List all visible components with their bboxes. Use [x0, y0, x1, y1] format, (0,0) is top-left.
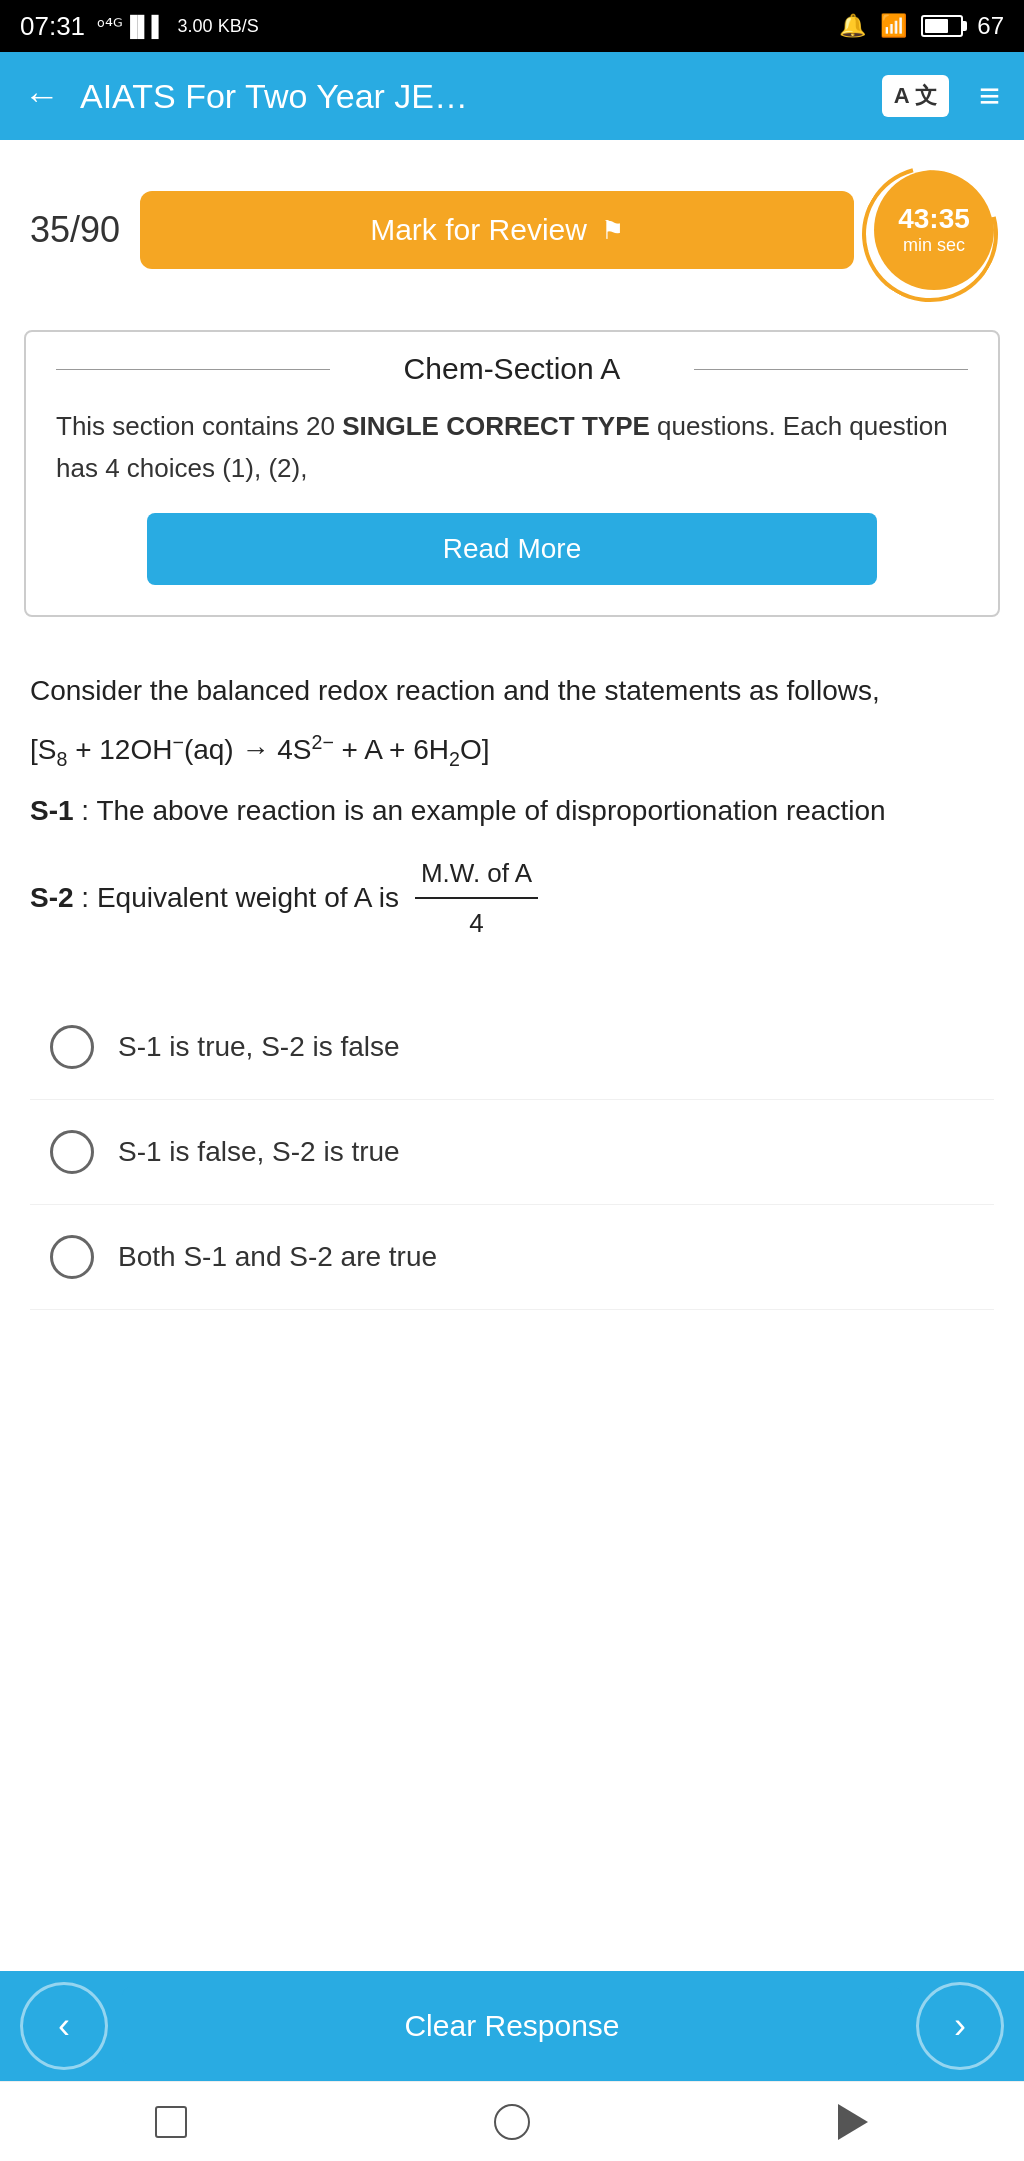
triangle-icon: [838, 2104, 868, 2140]
timer-seconds: 35: [939, 203, 970, 234]
timer-label: min sec: [903, 235, 965, 256]
square-icon: [155, 2106, 187, 2138]
clear-response-button[interactable]: Clear Response: [122, 1987, 902, 2065]
header-title: AIATS For Two Year JE…: [80, 77, 862, 116]
speed-display: 3.00 KB/S: [178, 16, 259, 37]
flag-icon: ⚑: [601, 215, 624, 246]
chemical-equation: [S8 + 12OH−(aq) → 4S2− + A + 6H2O]: [30, 725, 994, 777]
section-description: This section contains 20 SINGLE CORRECT …: [56, 406, 968, 489]
fraction-display: M.W. of A 4: [415, 851, 538, 945]
option-2-text: S-1 is false, S-2 is true: [118, 1131, 400, 1173]
sec-label: sec: [937, 235, 965, 255]
app-header: ← AIATS For Two Year JE… A 文 ≡: [0, 52, 1024, 140]
next-button[interactable]: ›: [916, 1982, 1004, 2070]
system-navigation-bar: [0, 2081, 1024, 2161]
option-2-radio[interactable]: [50, 1130, 94, 1174]
option-3[interactable]: Both S-1 and S-2 are true: [30, 1205, 994, 1310]
min-label: min: [903, 235, 932, 255]
home-button[interactable]: [146, 2097, 196, 2147]
statement-1: S-1 : The above reaction is an example o…: [30, 787, 994, 835]
option-1-text: S-1 is true, S-2 is false: [118, 1026, 400, 1068]
option-2[interactable]: S-1 is false, S-2 is true: [30, 1100, 994, 1205]
option-3-radio[interactable]: [50, 1235, 94, 1279]
mark-review-button[interactable]: Mark for Review ⚑: [140, 191, 854, 269]
question-number: 35/90: [30, 209, 120, 251]
signal-icon: 📶: [880, 13, 907, 39]
timer-time: 43:35: [898, 204, 970, 235]
section-box: Chem-Section A This section contains 20 …: [24, 330, 1000, 617]
recents-button[interactable]: [828, 2097, 878, 2147]
volume-icon: 🔔: [839, 13, 866, 39]
battery-level: 67: [977, 12, 1004, 40]
option-1[interactable]: S-1 is true, S-2 is false: [30, 995, 994, 1100]
translate-button[interactable]: A 文: [882, 75, 949, 117]
mark-review-label: Mark for Review: [370, 213, 587, 247]
option-1-radio[interactable]: [50, 1025, 94, 1069]
status-bar-left: 07:31 ᵒ⁴ᴳ▐▌▌ 3.00 KB/S: [20, 11, 259, 42]
fraction-denominator: 4: [463, 899, 489, 945]
question-intro: Consider the balanced redox reaction and…: [30, 667, 994, 715]
back-gesture-button[interactable]: [487, 2097, 537, 2147]
battery-icon: [921, 15, 963, 37]
battery-fill: [925, 19, 948, 33]
main-content: 35/90 Mark for Review ⚑ 43:35 min sec Ch…: [0, 140, 1024, 2040]
statement-2: S-2 : Equivalent weight of A is M.W. of …: [30, 851, 994, 945]
bottom-navigation: ‹ Clear Response ›: [0, 1971, 1024, 2081]
options-container: S-1 is true, S-2 is false S-1 is false, …: [0, 975, 1024, 1530]
back-button[interactable]: ←: [24, 75, 60, 117]
section-title: Chem-Section A: [56, 352, 968, 386]
read-more-button[interactable]: Read More: [147, 513, 877, 585]
timer-display: 43:35 min sec: [874, 170, 994, 290]
network-indicator: ᵒ⁴ᴳ▐▌▌: [97, 14, 166, 38]
option-3-text: Both S-1 and S-2 are true: [118, 1236, 437, 1278]
fraction-numerator: M.W. of A: [415, 851, 538, 899]
circle-icon: [494, 2104, 530, 2140]
scroll-spacer: [30, 1310, 994, 1510]
time-display: 07:31: [20, 11, 85, 42]
timer-minutes: 43: [898, 203, 929, 234]
question-body: Consider the balanced redox reaction and…: [0, 637, 1024, 975]
previous-button[interactable]: ‹: [20, 1982, 108, 2070]
question-header: 35/90 Mark for Review ⚑ 43:35 min sec: [0, 140, 1024, 310]
status-bar-right: 🔔 📶 67: [839, 12, 1004, 40]
menu-button[interactable]: ≡: [979, 75, 1000, 117]
status-bar: 07:31 ᵒ⁴ᴳ▐▌▌ 3.00 KB/S 🔔 📶 67: [0, 0, 1024, 52]
